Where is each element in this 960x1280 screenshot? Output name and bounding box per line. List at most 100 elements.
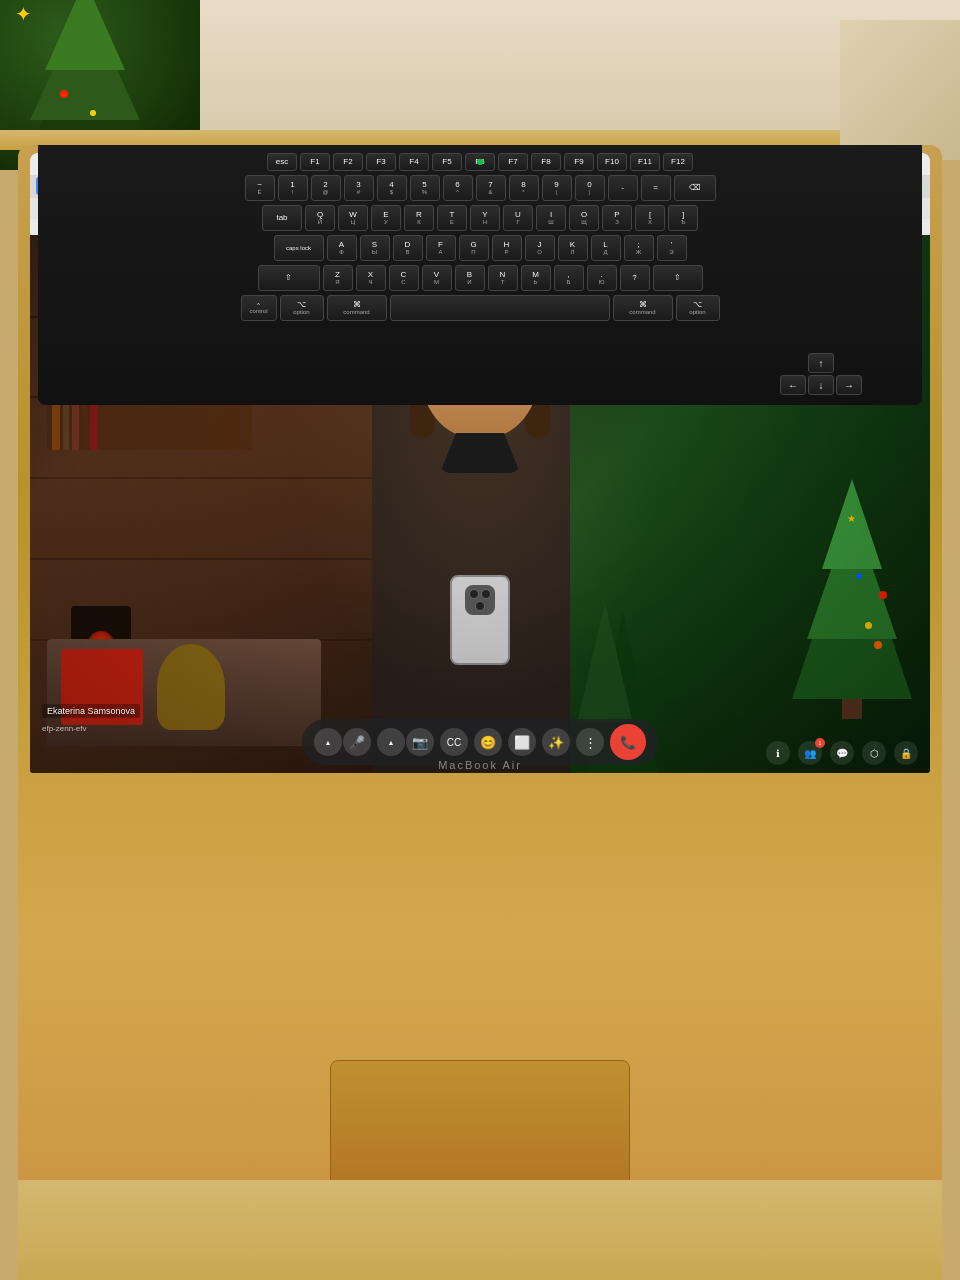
- right-command-key[interactable]: ⌘command: [613, 295, 673, 321]
- people-button[interactable]: 👥 1: [798, 741, 822, 765]
- c-key[interactable]: CС: [389, 265, 419, 291]
- lbracket-key[interactable]: [Х: [635, 205, 665, 231]
- 8-key[interactable]: 8*: [509, 175, 539, 201]
- minus-key[interactable]: -: [608, 175, 638, 201]
- q-key[interactable]: QЙ: [305, 205, 335, 231]
- emoji-icon: 😊: [480, 735, 496, 750]
- j-key[interactable]: JО: [525, 235, 555, 261]
- f10-key[interactable]: F10: [597, 153, 627, 171]
- zxcv-key-row: ⇧ ZЯ XЧ CС VМ BИ NТ MЬ ,Б .Ю ? ⇧: [48, 265, 912, 291]
- comma-key[interactable]: ,Б: [554, 265, 584, 291]
- chat-icon: 💬: [836, 748, 848, 759]
- f3-key[interactable]: F3: [366, 153, 396, 171]
- w-key[interactable]: WЦ: [338, 205, 368, 231]
- 3-key[interactable]: 3#: [344, 175, 374, 201]
- f1-key[interactable]: F1: [300, 153, 330, 171]
- u-key[interactable]: UГ: [503, 205, 533, 231]
- x-key[interactable]: XЧ: [356, 265, 386, 291]
- safety-icon: 🔒: [900, 748, 912, 759]
- f7-key[interactable]: F7: [498, 153, 528, 171]
- desk-bottom: [18, 1180, 942, 1280]
- activities-button[interactable]: ⬡: [862, 741, 886, 765]
- period-key[interactable]: .Ю: [587, 265, 617, 291]
- capslock-key[interactable]: caps lock: [274, 235, 324, 261]
- 4-key[interactable]: 4$: [377, 175, 407, 201]
- d-key[interactable]: DВ: [393, 235, 423, 261]
- emoji-button[interactable]: 😊: [474, 728, 502, 756]
- left-command-key[interactable]: ⌘command: [327, 295, 387, 321]
- f2-key[interactable]: F2: [333, 153, 363, 171]
- g-key[interactable]: GП: [459, 235, 489, 261]
- right-option-key[interactable]: ⌥option: [676, 295, 720, 321]
- right-shift-key[interactable]: ⇧: [653, 265, 703, 291]
- y-key[interactable]: YН: [470, 205, 500, 231]
- f4-key[interactable]: F4: [399, 153, 429, 171]
- v-key[interactable]: VМ: [422, 265, 452, 291]
- info-button[interactable]: ℹ: [766, 741, 790, 765]
- 0-key[interactable]: 0): [575, 175, 605, 201]
- mic-group: ▲ 🎤: [314, 728, 371, 756]
- a-key[interactable]: AФ: [327, 235, 357, 261]
- tilde-key[interactable]: ~Ё: [245, 175, 275, 201]
- n-key[interactable]: NТ: [488, 265, 518, 291]
- space-key[interactable]: [390, 295, 610, 321]
- 5-key[interactable]: 5%: [410, 175, 440, 201]
- i-key[interactable]: IШ: [536, 205, 566, 231]
- z-key[interactable]: ZЯ: [323, 265, 353, 291]
- esc-key[interactable]: esc: [267, 153, 297, 171]
- right-arrow-key[interactable]: →: [836, 375, 862, 395]
- 6-key[interactable]: 6^: [443, 175, 473, 201]
- left-shift-key[interactable]: ⇧: [258, 265, 320, 291]
- f-key[interactable]: FА: [426, 235, 456, 261]
- desk-right-area: [840, 20, 960, 160]
- mic-icon: 🎤: [349, 735, 365, 750]
- more-options-button[interactable]: ⋮: [576, 728, 604, 756]
- tab-key[interactable]: tab: [262, 205, 302, 231]
- mic-button[interactable]: 🎤: [343, 728, 371, 756]
- 1-key[interactable]: 1!: [278, 175, 308, 201]
- h-key[interactable]: HР: [492, 235, 522, 261]
- r-key[interactable]: RК: [404, 205, 434, 231]
- chat-button[interactable]: 💬: [830, 741, 854, 765]
- 2-key[interactable]: 2@: [311, 175, 341, 201]
- camera-button[interactable]: 📷: [406, 728, 434, 756]
- left-option-key[interactable]: ⌥option: [280, 295, 324, 321]
- end-call-icon: 📞: [620, 735, 636, 750]
- left-arrow-key[interactable]: ←: [780, 375, 806, 395]
- s-key[interactable]: SЫ: [360, 235, 390, 261]
- down-arrow-key[interactable]: ↓: [808, 375, 834, 395]
- semicolon-key[interactable]: ;Ж: [624, 235, 654, 261]
- f12-key[interactable]: F12: [663, 153, 693, 171]
- l-key[interactable]: LД: [591, 235, 621, 261]
- safety-button[interactable]: 🔒: [894, 741, 918, 765]
- up-arrow-key[interactable]: ↑: [808, 353, 834, 373]
- f11-key[interactable]: F11: [630, 153, 660, 171]
- asdf-key-row: caps lock AФ SЫ DВ FА GП HР JО KЛ LД ;Ж …: [48, 235, 912, 261]
- t-key[interactable]: TЕ: [437, 205, 467, 231]
- 7-key[interactable]: 7&: [476, 175, 506, 201]
- rbracket-key[interactable]: ]Ъ: [668, 205, 698, 231]
- more-icon: ⋮: [584, 735, 597, 750]
- effects-button[interactable]: ✨: [542, 728, 570, 756]
- p-key[interactable]: PЗ: [602, 205, 632, 231]
- e-key[interactable]: EУ: [371, 205, 401, 231]
- end-call-button[interactable]: 📞: [610, 724, 646, 760]
- b-key[interactable]: BИ: [455, 265, 485, 291]
- o-key[interactable]: OЩ: [569, 205, 599, 231]
- slash-key[interactable]: ?: [620, 265, 650, 291]
- control-key[interactable]: ^control: [241, 295, 277, 321]
- mic-expand-button[interactable]: ▲: [314, 728, 342, 756]
- k-key[interactable]: KЛ: [558, 235, 588, 261]
- 9-key[interactable]: 9(: [542, 175, 572, 201]
- backspace-key[interactable]: ⌫: [674, 175, 716, 201]
- captions-button[interactable]: CC: [440, 728, 468, 756]
- quote-key[interactable]: 'Э: [657, 235, 687, 261]
- f9-key[interactable]: F9: [564, 153, 594, 171]
- mic-arrow-icon: ▲: [323, 737, 333, 747]
- present-button[interactable]: ⬜: [508, 728, 536, 756]
- camera-expand-button[interactable]: ▲: [377, 728, 405, 756]
- equals-key[interactable]: =: [641, 175, 671, 201]
- m-key[interactable]: MЬ: [521, 265, 551, 291]
- f5-key[interactable]: F5: [432, 153, 462, 171]
- f8-key[interactable]: F8: [531, 153, 561, 171]
